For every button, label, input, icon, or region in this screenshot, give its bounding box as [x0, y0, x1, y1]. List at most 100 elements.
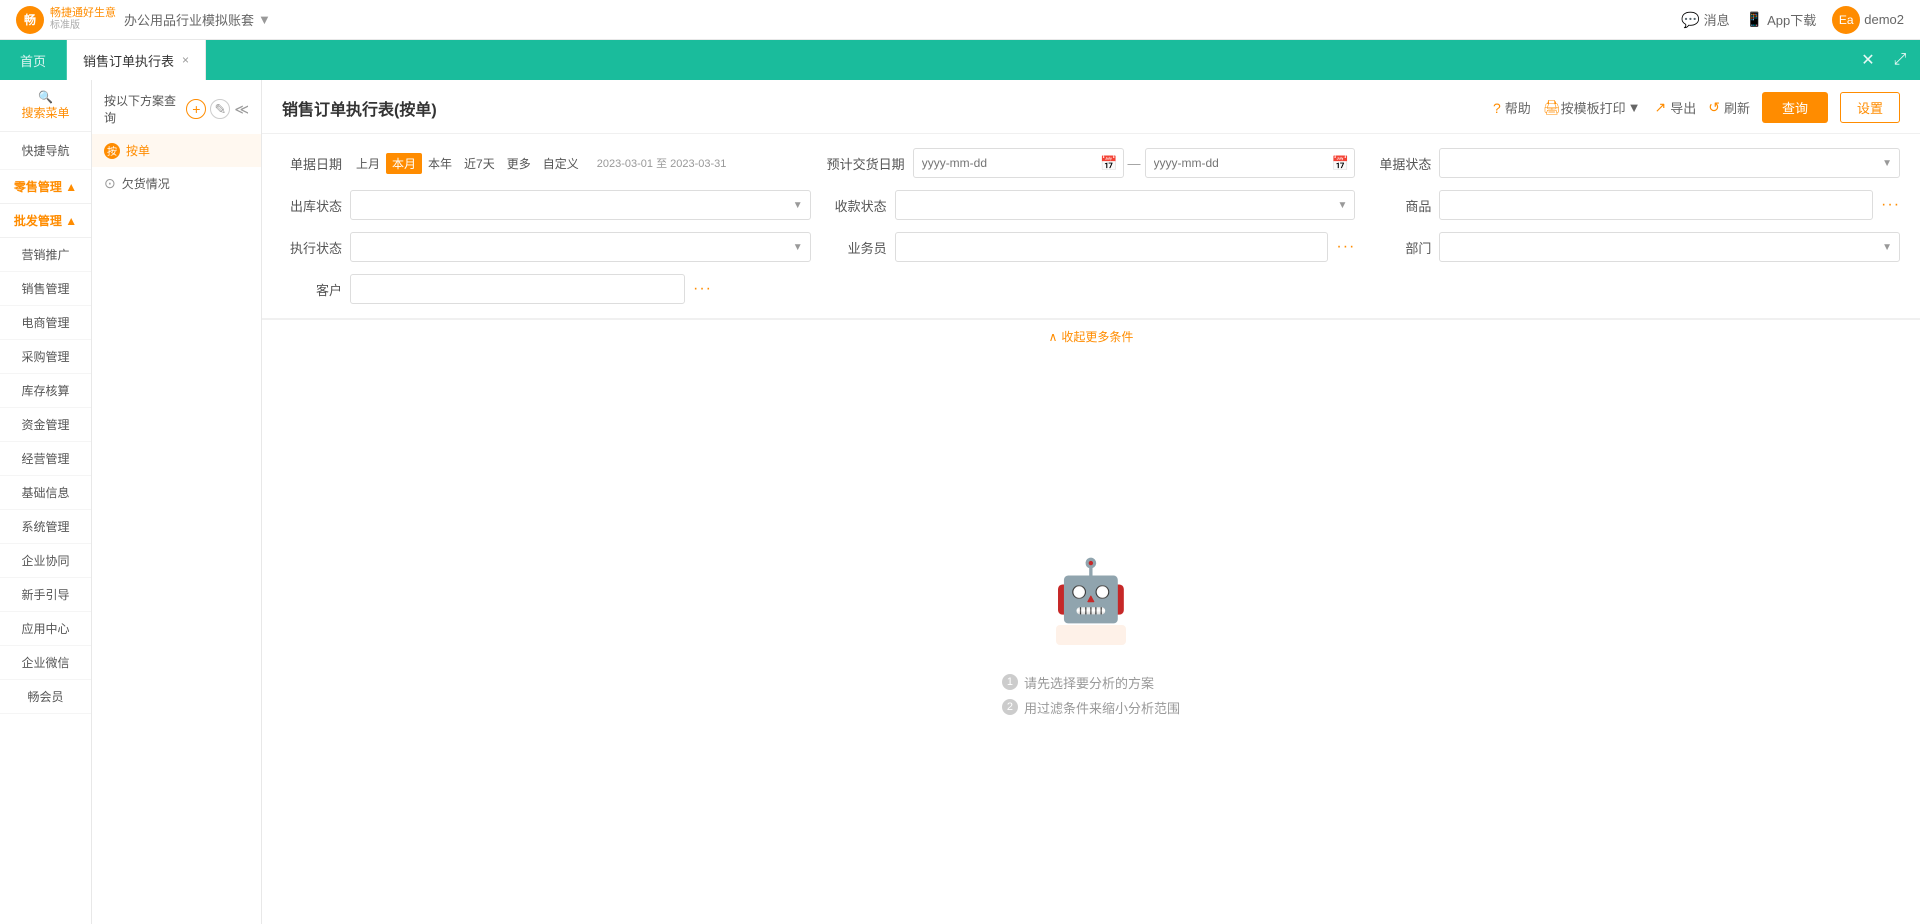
goods-dots-icon[interactable]: ···: [1881, 196, 1900, 214]
export-button[interactable]: ↗ 导出: [1654, 98, 1696, 117]
date-label: 单据日期: [282, 154, 342, 173]
bill-status-select[interactable]: [1439, 148, 1900, 178]
sidebar-item-finance[interactable]: 资金管理: [0, 408, 91, 442]
expected-date-start-input[interactable]: [913, 148, 1124, 178]
breadcrumb-text: 办公用品行业模拟账套: [124, 10, 254, 29]
print-button[interactable]: 🖨 按模板打印 ▼: [1543, 98, 1643, 117]
filter-expected-date: 预计交货日期 📅 — 📅: [827, 148, 1356, 178]
page-actions: ? 帮助 🖨 按模板打印 ▼ ↗ 导出: [1493, 92, 1900, 123]
help-button[interactable]: ? 帮助: [1493, 98, 1531, 117]
collapse-panel-button[interactable]: ≪: [234, 101, 249, 118]
sidebar-item-retail[interactable]: 零售管理 ▲: [0, 170, 91, 204]
dept-select[interactable]: [1439, 232, 1900, 262]
empty-illustration: 🤖: [1041, 561, 1141, 661]
sidebar-item-marketing[interactable]: 营销推广: [0, 238, 91, 272]
filter-area: 单据日期 上月 本月 本年 近7天 更多 自定义 2023-03-01 至 20…: [262, 134, 1920, 319]
refresh-button[interactable]: ↺ 刷新: [1708, 98, 1750, 117]
filter-row-3: 执行状态 ▼ 业务员 ···: [282, 232, 1900, 262]
empty-base: [1056, 625, 1126, 645]
receipt-status-select[interactable]: [895, 190, 1356, 220]
logo-area: 畅 畅捷通好生意 标准版: [16, 6, 116, 34]
empty-tip-1: 1 请先选择要分析的方案: [1002, 673, 1180, 692]
expected-date-range: 📅 — 📅: [913, 148, 1356, 178]
print-dropdown-arrow[interactable]: ▼: [1626, 100, 1643, 115]
app-download-button[interactable]: 📱 App下载: [1746, 10, 1817, 29]
expected-date-start-wrap: 📅: [913, 148, 1124, 178]
download-icon: 📱: [1746, 11, 1763, 28]
tip-num-1: 1: [1002, 674, 1018, 690]
logo-abbr: 畅: [24, 11, 36, 28]
sidebar-item-wholesale[interactable]: 批发管理 ▲: [0, 204, 91, 238]
receipt-status-label: 收款状态: [827, 196, 887, 215]
date-btn-more[interactable]: 更多: [501, 153, 537, 174]
edit-scheme-button[interactable]: ✎: [210, 99, 230, 119]
sidebar-item-basic[interactable]: 基础信息: [0, 476, 91, 510]
tab-bar-right: ✕ ⤢: [1856, 48, 1920, 72]
scheme-item-欠货情况[interactable]: ⊙ 欠货情况: [92, 167, 261, 200]
filter-bill-status: 单据状态 ▼: [1371, 148, 1900, 178]
sidebar-item-management[interactable]: 经营管理: [0, 442, 91, 476]
date-btn-this-year[interactable]: 本年: [422, 153, 458, 174]
expected-date-end-input[interactable]: [1145, 148, 1356, 178]
search-icon: 🔍: [38, 90, 53, 104]
sidebar-item-purchase[interactable]: 采购管理: [0, 340, 91, 374]
stock-status-select-wrap: ▼: [350, 190, 811, 220]
window-close-button[interactable]: ✕: [1856, 48, 1880, 72]
add-scheme-button[interactable]: +: [186, 99, 206, 119]
sidebar-item-collab[interactable]: 企业协同: [0, 544, 91, 578]
exec-status-select-wrap: ▼: [350, 232, 811, 262]
date-range-text: 2023-03-01 至 2023-03-31: [597, 155, 727, 171]
date-btn-custom[interactable]: 自定义: [537, 153, 585, 174]
message-icon: 💬: [1681, 11, 1700, 29]
active-dot: 按: [104, 143, 120, 159]
sidebar-item-member[interactable]: 畅会员: [0, 680, 91, 714]
expected-date-label: 预计交货日期: [827, 154, 905, 173]
sidebar-item-quick-nav[interactable]: 快捷导航: [0, 132, 91, 170]
header-right: 💬 消息 📱 App下载 Ea demo2: [1681, 6, 1904, 34]
empty-state: 🤖 1 请先选择要分析的方案 2 用过滤条件来缩小分析范围: [262, 353, 1920, 924]
tab-active[interactable]: 销售订单执行表 ×: [67, 40, 206, 80]
stock-status-select[interactable]: [350, 190, 811, 220]
collapse-bar[interactable]: ∧ 收起更多条件: [262, 319, 1920, 353]
tab-home[interactable]: 首页: [0, 40, 67, 80]
salesperson-dots-icon[interactable]: ···: [1336, 238, 1355, 256]
sidebar-item-ecom[interactable]: 电商管理: [0, 306, 91, 340]
date-btn-last-month[interactable]: 上月: [350, 153, 386, 174]
goods-input[interactable]: [1439, 190, 1873, 220]
tab-close-icon[interactable]: ×: [182, 53, 189, 67]
sidebar-item-sales[interactable]: 销售管理: [0, 272, 91, 306]
sidebar-item-apps[interactable]: 应用中心: [0, 612, 91, 646]
query-button[interactable]: 查询: [1762, 92, 1828, 123]
window-expand-button[interactable]: ⤢: [1888, 48, 1912, 72]
sidebar-item-inventory[interactable]: 库存核算: [0, 374, 91, 408]
user-menu[interactable]: Ea demo2: [1832, 6, 1904, 34]
filter-row-2: 出库状态 ▼ 收款状态: [282, 190, 1900, 220]
page-title-bar: 销售订单执行表(按单) ? 帮助 🖨 按模板打印 ▼: [262, 80, 1920, 134]
scheme-item-按单[interactable]: 按 按单: [92, 134, 261, 167]
filter-dept: 部门 ▼: [1371, 232, 1900, 262]
filter-receipt-status: 收款状态 ▼: [827, 190, 1356, 220]
sidebar-item-guide[interactable]: 新手引导: [0, 578, 91, 612]
empty-tips: 1 请先选择要分析的方案 2 用过滤条件来缩小分析范围: [1002, 673, 1180, 717]
empty-robot-icon: 🤖: [1041, 561, 1141, 621]
sidebar-item-wechat[interactable]: 企业微信: [0, 646, 91, 680]
tip-text-1: 请先选择要分析的方案: [1024, 673, 1154, 692]
salesperson-input[interactable]: [895, 232, 1329, 262]
goods-label: 商品: [1371, 196, 1431, 215]
breadcrumb-arrow-icon[interactable]: ▼: [258, 12, 271, 27]
breadcrumb: 办公用品行业模拟账套 ▼: [124, 10, 271, 29]
avatar: Ea: [1832, 6, 1860, 34]
sidebar-search[interactable]: 🔍 搜索菜单: [0, 80, 91, 132]
customer-dots-icon[interactable]: ···: [693, 280, 712, 298]
filter-row-1: 单据日期 上月 本月 本年 近7天 更多 自定义 2023-03-01 至 20…: [282, 148, 1900, 178]
customer-input[interactable]: [350, 274, 685, 304]
exec-status-select[interactable]: [350, 232, 811, 262]
sidebar-item-system[interactable]: 系统管理: [0, 510, 91, 544]
message-button[interactable]: 💬 消息: [1681, 10, 1730, 29]
settings-button[interactable]: 设置: [1840, 92, 1900, 123]
filter-row-4: 客户 ···: [282, 274, 1900, 304]
date-btn-this-month[interactable]: 本月: [386, 153, 422, 174]
date-btn-7days[interactable]: 近7天: [458, 153, 501, 174]
bill-status-label: 单据状态: [1371, 154, 1431, 173]
expected-date-end-wrap: 📅: [1145, 148, 1356, 178]
